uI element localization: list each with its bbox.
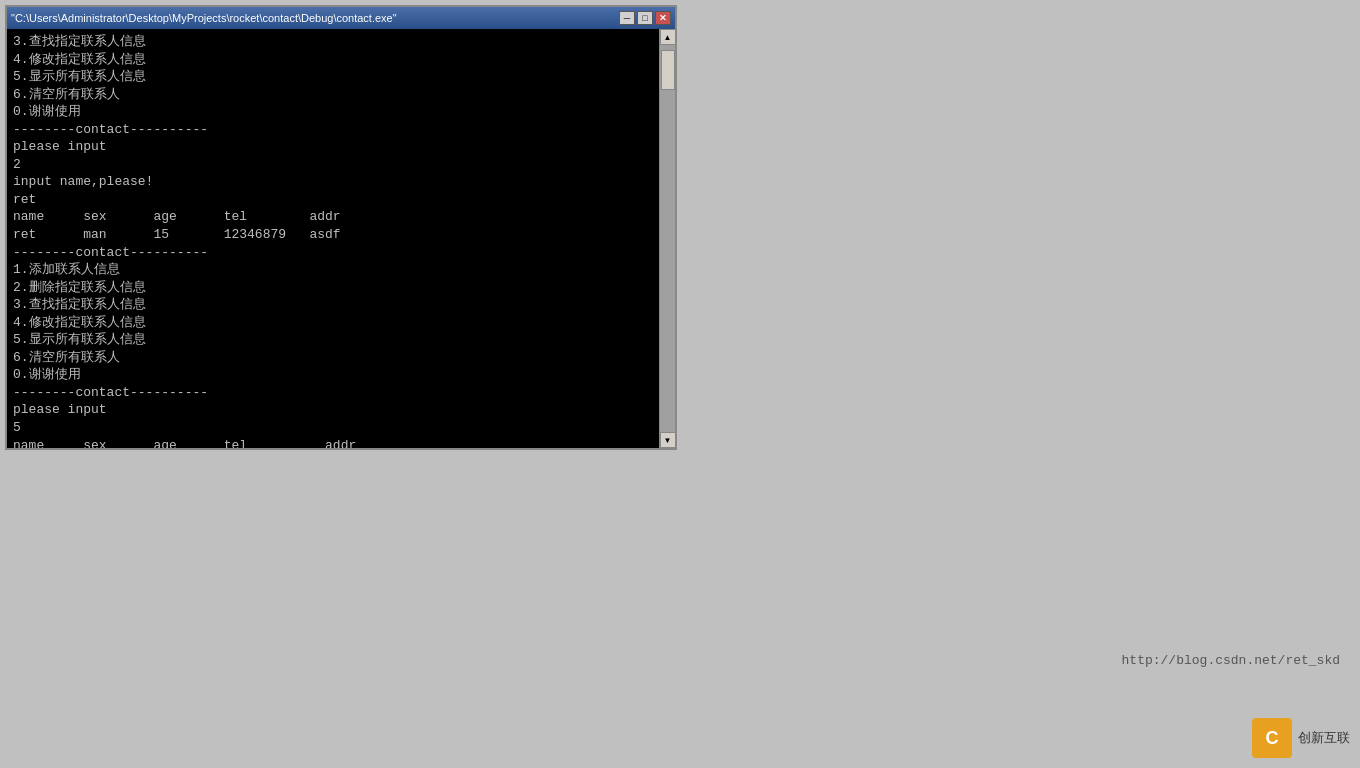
scrollbar-thumb[interactable] — [661, 50, 675, 90]
watermark-text: http://blog.csdn.net/ret_skd — [1122, 653, 1340, 668]
scroll-down-arrow[interactable]: ▼ — [660, 432, 676, 448]
terminal-output[interactable]: 3.查找指定联系人信息 4.修改指定联系人信息 5.显示所有联系人信息 6.清空… — [7, 29, 659, 448]
maximize-button[interactable]: □ — [637, 11, 653, 25]
minimize-button[interactable]: ─ — [619, 11, 635, 25]
window-title: "C:\Users\Administrator\Desktop\MyProjec… — [11, 12, 619, 24]
title-bar: "C:\Users\Administrator\Desktop\MyProjec… — [7, 7, 675, 29]
scroll-up-arrow[interactable]: ▲ — [660, 29, 676, 45]
close-button[interactable]: ✕ — [655, 11, 671, 25]
logo-icon: C — [1252, 718, 1292, 758]
terminal-window: "C:\Users\Administrator\Desktop\MyProjec… — [5, 5, 677, 450]
window-controls: ─ □ ✕ — [619, 11, 671, 25]
logo-text: 创新互联 — [1298, 729, 1350, 747]
terminal-container: 3.查找指定联系人信息 4.修改指定联系人信息 5.显示所有联系人信息 6.清空… — [7, 29, 675, 448]
chuangxin-logo: C 创新互联 — [1252, 718, 1350, 758]
scrollbar-track[interactable] — [660, 45, 675, 432]
scrollbar[interactable]: ▲ ▼ — [659, 29, 675, 448]
